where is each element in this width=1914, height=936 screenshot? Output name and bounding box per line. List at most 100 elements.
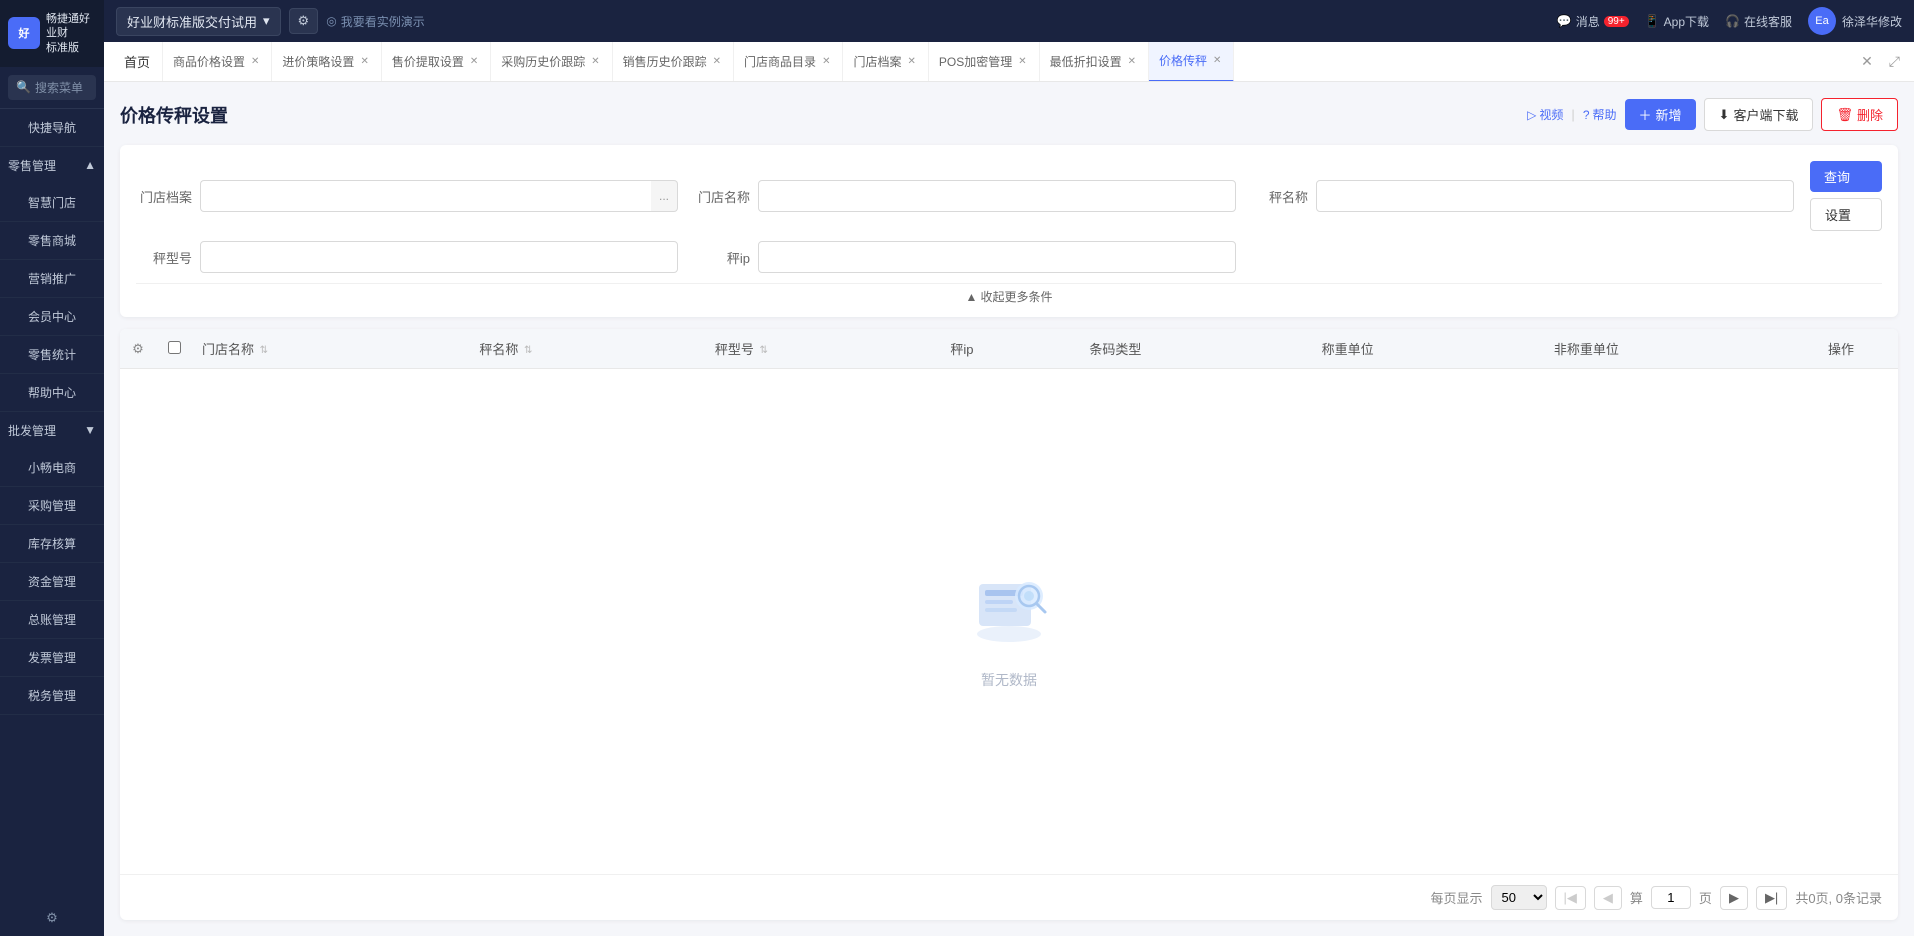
sidebar-item-inventory[interactable]: 库存核算 bbox=[0, 525, 104, 563]
store-file-input[interactable] bbox=[200, 180, 651, 212]
last-page-btn[interactable]: ▶| bbox=[1756, 886, 1787, 910]
message-badge: 99+ bbox=[1604, 16, 1629, 27]
table-header-row: ⚙ 门店名称 ⇅ 秤名称 ⇅ bbox=[120, 329, 1898, 369]
col-barcode-type: 条码类型 bbox=[1079, 329, 1311, 369]
avatar: Ea bbox=[1808, 7, 1836, 35]
page-size-select[interactable]: 50 20 100 bbox=[1491, 885, 1547, 910]
sidebar-item-quick-nav[interactable]: 快捷导航 bbox=[0, 109, 104, 147]
tab-sales-history[interactable]: 销售历史价跟踪 ✕ bbox=[613, 42, 734, 82]
sidebar-item-smart-store[interactable]: 智慧门店 bbox=[0, 184, 104, 222]
tab-close-sales-history[interactable]: ✕ bbox=[711, 55, 723, 68]
tab-close-price-settings[interactable]: ✕ bbox=[249, 55, 261, 68]
scale-ip-label: 秤ip bbox=[694, 248, 750, 267]
tab-window-max-btn[interactable]: ⤢ bbox=[1883, 51, 1906, 72]
pagination: 每页显示 50 20 100 |◀ ◀ 算 页 ▶ ▶| 共0页, 0条记录 bbox=[120, 874, 1898, 920]
sep1: | bbox=[1571, 107, 1574, 122]
sidebar-item-tax-mgmt[interactable]: 税务管理 bbox=[0, 677, 104, 715]
next-page-btn[interactable]: ▶ bbox=[1720, 886, 1748, 910]
first-page-btn[interactable]: |◀ bbox=[1555, 886, 1586, 910]
delete-button[interactable]: 🗑 删除 bbox=[1821, 98, 1898, 131]
add-button[interactable]: ＋ 新增 bbox=[1625, 99, 1696, 130]
delete-icon: 🗑 bbox=[1836, 107, 1853, 123]
tab-window-close-btn[interactable]: ✕ bbox=[1855, 51, 1879, 72]
tab-price-settings[interactable]: 商品价格设置 ✕ bbox=[163, 42, 272, 82]
tab-close-purchase-strategy[interactable]: ✕ bbox=[358, 55, 370, 68]
eye-icon: ◎ bbox=[326, 14, 336, 28]
demo-link[interactable]: ◎ 我要看实例演示 bbox=[326, 13, 425, 30]
app-logo: 好 bbox=[8, 17, 40, 49]
tab-pos-mgmt[interactable]: POS加密管理 ✕ bbox=[929, 42, 1040, 82]
search-row-1: 门店档案 ... 门店名称 秤名称 查询 bbox=[136, 161, 1882, 231]
tab-close-pos-mgmt[interactable]: ✕ bbox=[1016, 55, 1028, 68]
tab-home[interactable]: 首页 bbox=[112, 42, 163, 82]
scale-model-input[interactable] bbox=[200, 241, 678, 273]
tab-purchase-history[interactable]: 采购历史价跟踪 ✕ bbox=[491, 42, 612, 82]
page-title: 价格传秤设置 bbox=[120, 102, 228, 128]
tab-purchase-strategy[interactable]: 进价策略设置 ✕ bbox=[272, 42, 381, 82]
search-form: 门店档案 ... 门店名称 秤名称 查询 bbox=[120, 145, 1898, 317]
prev-page-btn[interactable]: ◀ bbox=[1594, 886, 1622, 910]
service-icon: 🎧 bbox=[1725, 14, 1740, 28]
sidebar-settings-icon[interactable]: ⚙ bbox=[0, 900, 104, 936]
sidebar-item-marketing[interactable]: 营销推广 bbox=[0, 260, 104, 298]
help-link[interactable]: ? 帮助 bbox=[1583, 106, 1617, 123]
sort-icon-scale-name[interactable]: ⇅ bbox=[524, 345, 532, 356]
sidebar-item-wholesale-mgmt[interactable]: 批发管理 ▼ bbox=[0, 412, 104, 449]
tab-close-min-discount[interactable]: ✕ bbox=[1126, 55, 1138, 68]
store-file-label: 门店档案 bbox=[136, 187, 192, 206]
content-area: 价格传秤设置 ▷ 视频 | ? 帮助 ＋ 新增 ⬇ 客户端下载 bbox=[104, 82, 1914, 936]
sidebar-search-btn[interactable]: 🔍 搜索菜单 bbox=[8, 75, 96, 100]
sort-icon[interactable]: ⇅ bbox=[260, 345, 268, 356]
topbar: 好业财标准版交付试用 ▾ ⚙ ◎ 我要看实例演示 💬 消息 99+ 📱 App下… bbox=[104, 0, 1914, 42]
dropdown-arrow-icon: ▾ bbox=[263, 13, 270, 29]
sidebar-item-purchase-mgmt[interactable]: 采购管理 bbox=[0, 487, 104, 525]
empty-svg bbox=[959, 554, 1059, 654]
store-file-popup-btn[interactable]: ... bbox=[651, 180, 678, 212]
sidebar-item-help-center[interactable]: 帮助中心 bbox=[0, 374, 104, 412]
topbar-settings-button[interactable]: ⚙ bbox=[289, 8, 319, 34]
settings-icon: ⚙ bbox=[298, 13, 310, 28]
tab-store-files[interactable]: 门店档案 ✕ bbox=[843, 42, 928, 82]
scale-ip-input[interactable] bbox=[758, 241, 1236, 273]
store-file-input-wrap: ... bbox=[200, 180, 678, 212]
table-settings-icon[interactable]: ⚙ bbox=[132, 341, 144, 356]
scale-name-field: 秤名称 bbox=[1252, 180, 1794, 212]
query-button[interactable]: 查询 bbox=[1810, 161, 1882, 192]
version-dropdown[interactable]: 好业财标准版交付试用 ▾ bbox=[116, 7, 281, 36]
sidebar-item-retail-mgmt[interactable]: 零售管理 ▲ bbox=[0, 147, 104, 184]
sidebar-item-general-ledger[interactable]: 总账管理 bbox=[0, 601, 104, 639]
empty-illustration bbox=[959, 554, 1059, 654]
tab-close-sale-extract[interactable]: ✕ bbox=[468, 55, 480, 68]
col-settings: ⚙ bbox=[120, 329, 156, 369]
total-label: 共0页, 0条记录 bbox=[1795, 888, 1882, 907]
scale-name-input[interactable] bbox=[1316, 180, 1794, 212]
tab-close-store-files[interactable]: ✕ bbox=[905, 55, 917, 68]
select-all-checkbox[interactable] bbox=[168, 341, 181, 354]
app-download-btn[interactable]: 📱 App下载 bbox=[1645, 13, 1709, 30]
sidebar-item-retail-stats[interactable]: 零售统计 bbox=[0, 336, 104, 374]
tab-min-discount[interactable]: 最低折扣设置 ✕ bbox=[1040, 42, 1149, 82]
user-profile[interactable]: Ea 徐泽华修改 bbox=[1808, 7, 1902, 35]
tab-close-price-scale[interactable]: ✕ bbox=[1211, 54, 1223, 67]
sidebar-item-retail-mall[interactable]: 零售商城 bbox=[0, 222, 104, 260]
tab-sale-extract[interactable]: 售价提取设置 ✕ bbox=[382, 42, 491, 82]
set-button[interactable]: 设置 bbox=[1810, 198, 1882, 231]
tab-close-store-catalog[interactable]: ✕ bbox=[820, 55, 832, 68]
messages-btn[interactable]: 💬 消息 99+ bbox=[1557, 13, 1629, 30]
page-number-input[interactable] bbox=[1651, 886, 1691, 909]
tab-close-purchase-history[interactable]: ✕ bbox=[589, 55, 601, 68]
tab-price-scale[interactable]: 价格传秤 ✕ bbox=[1149, 42, 1234, 82]
store-name-input[interactable] bbox=[758, 180, 1236, 212]
topbar-left: 好业财标准版交付试用 ▾ ⚙ ◎ 我要看实例演示 bbox=[116, 7, 425, 36]
online-service-btn[interactable]: 🎧 在线客服 bbox=[1725, 13, 1792, 30]
sidebar-item-invoice-mgmt[interactable]: 发票管理 bbox=[0, 639, 104, 677]
download-button[interactable]: ⬇ 客户端下载 bbox=[1704, 98, 1814, 131]
sort-icon-scale-model[interactable]: ⇅ bbox=[760, 345, 768, 356]
collapse-btn[interactable]: ▲ 收起更多条件 bbox=[966, 288, 1053, 305]
video-icon: ▷ bbox=[1527, 108, 1536, 122]
tab-store-catalog[interactable]: 门店商品目录 ✕ bbox=[734, 42, 843, 82]
sidebar-item-xiaochang-ec[interactable]: 小畅电商 bbox=[0, 449, 104, 487]
sidebar-item-finance[interactable]: 资金管理 bbox=[0, 563, 104, 601]
video-link[interactable]: ▷ 视频 bbox=[1527, 106, 1563, 123]
sidebar-item-member[interactable]: 会员中心 bbox=[0, 298, 104, 336]
